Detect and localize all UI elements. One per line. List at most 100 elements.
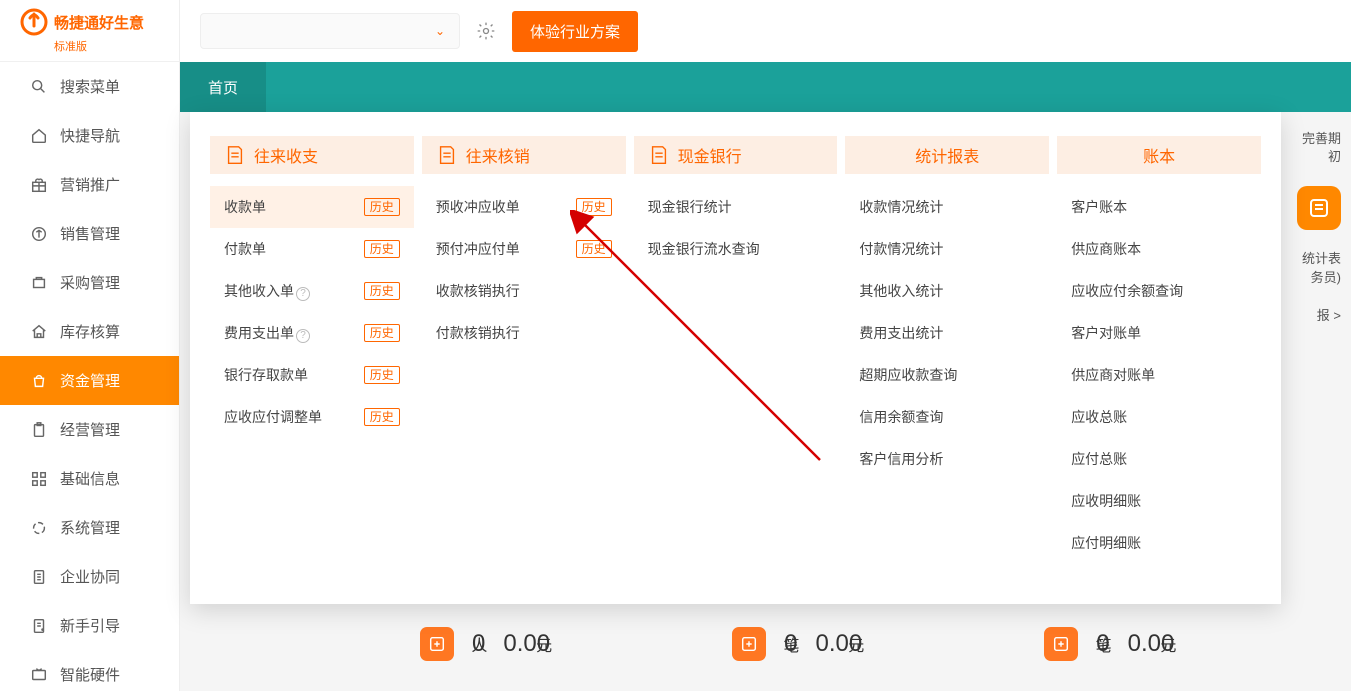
mega-item[interactable]: 预付冲应付单 历史	[422, 228, 626, 270]
sidebar-item-label: 系统管理	[60, 517, 120, 538]
mega-item[interactable]: 客户账本	[1057, 186, 1261, 228]
mega-item-label: 供应商账本	[1071, 239, 1141, 259]
mega-item[interactable]: 应付明细账	[1057, 522, 1261, 564]
sidebar-item-label: 智能硬件	[60, 664, 120, 685]
mega-head-label: 往来核销	[466, 143, 530, 167]
mega-item-label: 应付明细账	[1071, 533, 1141, 553]
sidebar-item-hardware[interactable]: 智能硬件	[0, 650, 179, 691]
mega-item[interactable]: 客户信用分析	[845, 438, 1049, 480]
mega-col-4: 账本客户账本供应商账本应收应付余额查询客户对账单供应商对账单应收总账应付总账应收…	[1057, 136, 1261, 564]
mega-head-label: 统计报表	[915, 143, 979, 167]
history-badge[interactable]: 历史	[364, 240, 400, 258]
mega-head: 账本	[1057, 136, 1261, 174]
help-icon: ?	[296, 287, 310, 301]
tab-home[interactable]: 首页	[180, 62, 266, 112]
right-action-icon[interactable]	[1297, 186, 1341, 230]
mega-item[interactable]: 现金银行流水查询	[634, 228, 838, 270]
mega-item-label: 应收明细账	[1071, 491, 1141, 511]
mega-item[interactable]: 收款单 历史	[210, 186, 414, 228]
mega-item-label: 现金银行统计	[648, 197, 732, 217]
mega-item-label: 客户对账单	[1071, 323, 1141, 343]
mega-col-3: 统计报表收款情况统计付款情况统计其他收入统计费用支出统计超期应收款查询信用余额查…	[845, 136, 1049, 564]
mega-item-label: 付款核销执行	[436, 323, 520, 343]
sidebar-nav: 搜索菜单快捷导航营销推广销售管理采购管理库存核算资金管理经营管理基础信息系统管理…	[0, 62, 179, 691]
mega-item[interactable]: 客户对账单	[1057, 312, 1261, 354]
sidebar-item-sales[interactable]: 销售管理	[0, 209, 179, 258]
cart-icon	[30, 274, 48, 292]
mega-col-0: 往来收支收款单历史付款单历史其他收入单?历史费用支出单?历史银行存取款单历史应收…	[210, 136, 414, 564]
mega-item[interactable]: 现金银行统计	[634, 186, 838, 228]
gear-icon[interactable]	[472, 17, 500, 45]
history-badge[interactable]: 历史	[576, 240, 612, 258]
mega-item[interactable]: 费用支出单?历史	[210, 312, 414, 354]
mega-item[interactable]: 银行存取款单历史	[210, 354, 414, 396]
sidebar-item-inventory[interactable]: 库存核算	[0, 307, 179, 356]
mega-head: 统计报表	[845, 136, 1049, 174]
sidebar-item-guide[interactable]: 新手引导	[0, 601, 179, 650]
mega-item[interactable]: 超期应收款查询	[845, 354, 1049, 396]
sidebar-item-label: 销售管理	[60, 223, 120, 244]
mega-item[interactable]: 信用余额查询	[845, 396, 1049, 438]
right-brief-label[interactable]: 报 >	[1317, 307, 1347, 325]
sidebar-item-operation[interactable]: 经营管理	[0, 405, 179, 454]
tab-strip: 首页	[180, 62, 1351, 112]
mega-item[interactable]: 供应商账本	[1057, 228, 1261, 270]
mega-item[interactable]: 收款核销执行	[422, 270, 626, 312]
sidebar-item-system[interactable]: 系统管理	[0, 503, 179, 552]
home-icon	[30, 127, 48, 145]
history-badge[interactable]: 历史	[364, 366, 400, 384]
sidebar-item-label: 快捷导航	[60, 125, 120, 146]
sidebar-item-quick[interactable]: 快捷导航	[0, 111, 179, 160]
mega-item[interactable]: 应收应付调整单历史	[210, 396, 414, 438]
mega-head: 往来核销	[422, 136, 626, 174]
stat-icon	[420, 627, 454, 661]
sidebar-item-funds[interactable]: 资金管理	[0, 356, 179, 405]
mega-head: 现金银行	[634, 136, 838, 174]
trial-button[interactable]: 体验行业方案	[512, 11, 638, 52]
sidebar-item-search[interactable]: 搜索菜单	[0, 62, 179, 111]
mega-item[interactable]: 应收应付余额查询	[1057, 270, 1261, 312]
mega-item[interactable]: 预收冲应收单历史	[422, 186, 626, 228]
mega-item[interactable]: 应付总账	[1057, 438, 1261, 480]
right-report-label[interactable]: 统计表务员)	[1302, 250, 1347, 286]
mega-item[interactable]: 费用支出统计	[845, 312, 1049, 354]
history-badge[interactable]: 历史	[576, 198, 612, 216]
sidebar-item-purchase[interactable]: 采购管理	[0, 258, 179, 307]
history-badge[interactable]: 历史	[364, 282, 400, 300]
mega-item[interactable]: 供应商对账单	[1057, 354, 1261, 396]
mega-item-label: 超期应收款查询	[859, 365, 957, 385]
stat-item: 0笔0.00元	[732, 627, 864, 661]
coin-icon	[30, 225, 48, 243]
mega-item-label: 预付冲应付单	[436, 239, 520, 259]
sidebar-item-corp[interactable]: 企业协同	[0, 552, 179, 601]
mega-item-label: 客户账本	[1071, 197, 1127, 217]
mega-item[interactable]: 其他收入单?历史	[210, 270, 414, 312]
bottom-stats: 0人0.00元0笔0.00元0笔0.00元	[390, 627, 1311, 661]
history-badge[interactable]: 历史	[364, 408, 400, 426]
tv-icon	[30, 666, 48, 684]
sidebar-item-basic[interactable]: 基础信息	[0, 454, 179, 503]
mega-item[interactable]: 付款核销执行	[422, 312, 626, 354]
mega-item[interactable]: 应收明细账	[1057, 480, 1261, 522]
mega-item[interactable]: 付款情况统计	[845, 228, 1049, 270]
org-selector[interactable]: ⌄	[200, 13, 460, 49]
mega-item[interactable]: 其他收入统计	[845, 270, 1049, 312]
mega-head-label: 现金银行	[678, 143, 742, 167]
stat-item: 0笔0.00元	[1044, 627, 1176, 661]
sidebar-item-marketing[interactable]: 营销推广	[0, 160, 179, 209]
mega-item-label: 其他收入统计	[859, 281, 943, 301]
guide-icon	[30, 617, 48, 635]
house-icon	[30, 323, 48, 341]
brand-icon	[20, 8, 48, 36]
mega-item[interactable]: 收款情况统计	[845, 186, 1049, 228]
mega-item[interactable]: 应收总账	[1057, 396, 1261, 438]
right-init-label[interactable]: 完善期初	[1291, 130, 1347, 166]
main: ⌄ 体验行业方案 首页 往来收支收款单历史付款单历史其他收入单?历史费用支出单?…	[180, 0, 1351, 691]
chevron-down-icon: ⌄	[435, 24, 445, 38]
logo-area: 畅捷通好生意 标准版	[0, 0, 179, 62]
history-badge[interactable]: 历史	[364, 198, 400, 216]
history-badge[interactable]: 历史	[364, 324, 400, 342]
stat-icon	[1044, 627, 1078, 661]
mega-item[interactable]: 付款单历史	[210, 228, 414, 270]
mega-item-label: 收款单	[224, 197, 266, 217]
